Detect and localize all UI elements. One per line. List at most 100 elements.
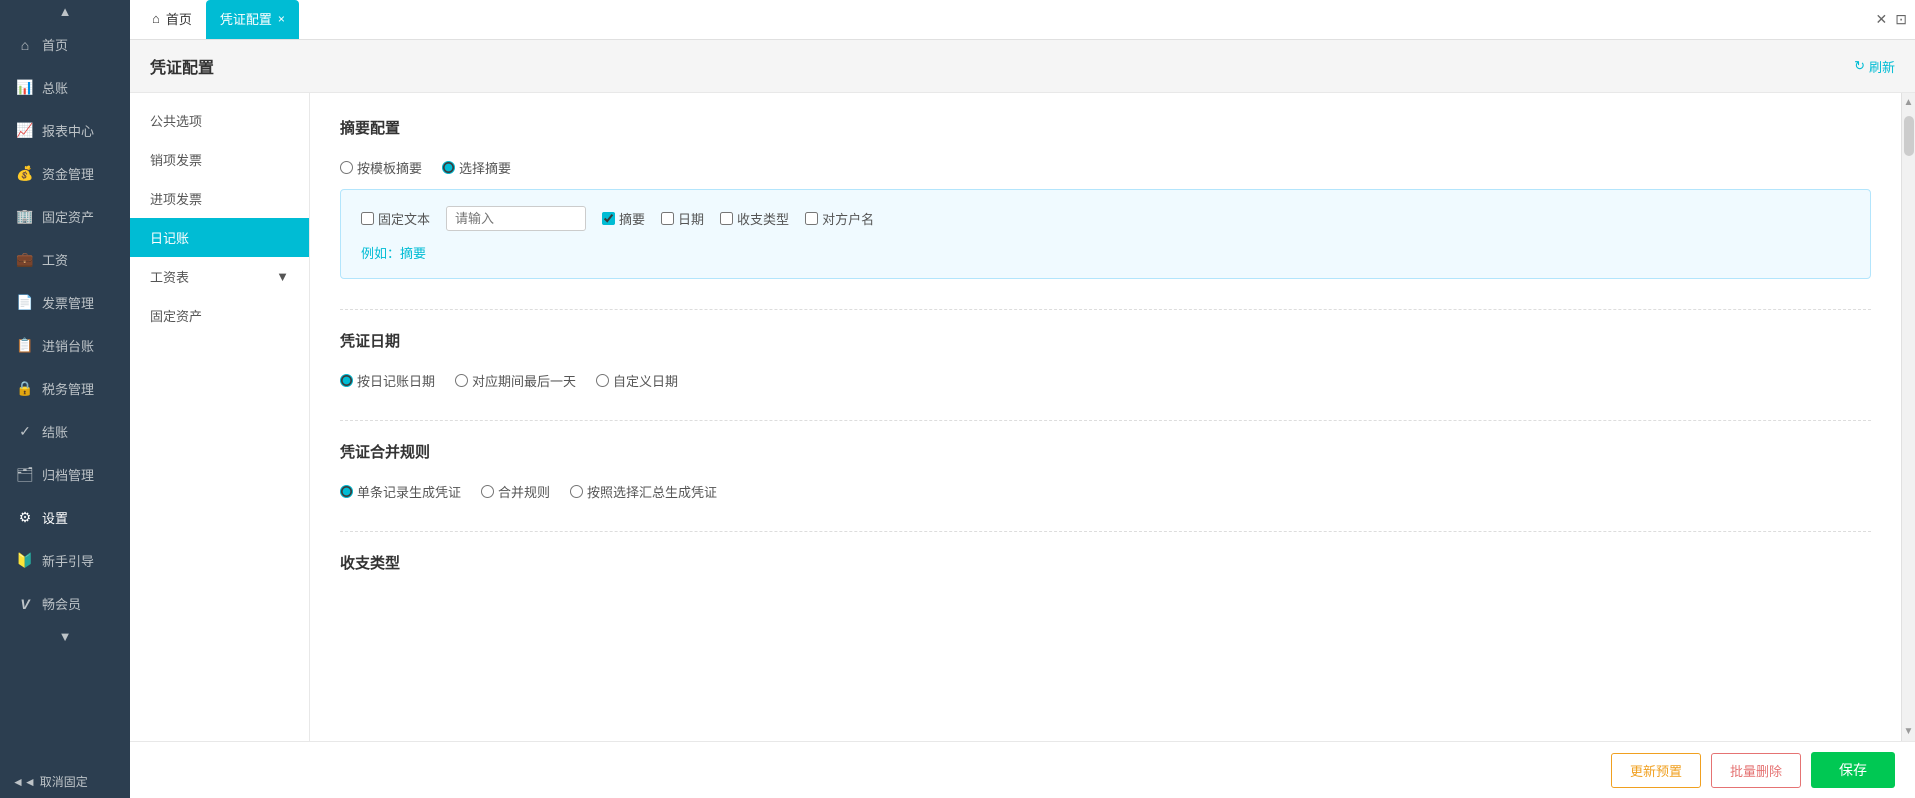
guide-icon: 🔰 [16,552,34,569]
settings-icon: ⚙ [16,509,34,526]
radio-journal-date[interactable]: 按日记账日期 [340,371,435,390]
sidebar-item-archive[interactable]: 🗂 归档管理 [0,453,130,496]
page-header: 凭证配置 ↻ 刷新 [130,40,1915,93]
save-button[interactable]: 保存 [1811,752,1895,788]
checkbox-date-input[interactable] [661,212,674,225]
body-area: 公共选项 销项发票 进项发票 日记账 工资表 ▼ 固定资产 [130,93,1915,741]
unpin-icon: ◄◄ [12,775,36,789]
tab-bar-controls: ✕ ⊡ [1876,11,1907,28]
radio-merge-rule[interactable]: 合并规则 [481,482,550,501]
bottom-action-bar: 更新预置 批量删除 保存 [130,741,1915,798]
sidebar-item-ledger[interactable]: 📊 总账 [0,66,130,109]
sidebar-item-funds[interactable]: 💰 资金管理 [0,152,130,195]
tab-close-button[interactable]: × [278,12,285,26]
radio-merge-rule-input[interactable] [481,485,494,498]
radio-period-last-day[interactable]: 对应期间最后一天 [455,371,576,390]
radio-template-summary-input[interactable] [340,161,353,174]
sidebar-item-payroll[interactable]: 💼 工资 [0,238,130,281]
merge-rules-section: 凭证合并规则 单条记录生成凭证 合并规则 按照选择汇总生成凭证 [340,441,1871,501]
vip-icon: V [16,596,34,612]
left-nav-sales-invoice[interactable]: 销项发票 [130,140,309,179]
sidebar-scroll-up[interactable]: ▲ [0,0,130,23]
tab-voucher-config[interactable]: 凭证配置 × [206,0,299,39]
sidebar-item-fixed-assets[interactable]: 🏢 固定资产 [0,195,130,238]
left-nav-journal[interactable]: 日记账 [130,218,309,257]
checkbox-income-type-input[interactable] [720,212,733,225]
abstract-checkbox-row: 固定文本 摘要 日期 [361,206,1850,231]
invoice-mgmt-icon: 📄 [16,294,34,311]
checkbox-fixed-text[interactable]: 固定文本 [361,209,430,228]
page-title: 凭证配置 [150,54,214,78]
ledger-icon: 📊 [16,79,34,96]
home-icon: ⌂ [16,37,34,53]
merge-rules-title: 凭证合并规则 [340,441,1871,466]
sidebar-item-invoice-mgmt[interactable]: 📄 发票管理 [0,281,130,324]
abstract-example: 例如：摘要 [361,243,1850,262]
scroll-up-arrow[interactable]: ▲ [1900,93,1915,112]
radio-summary-generate-input[interactable] [570,485,583,498]
summary-config-section: 摘要配置 按模板摘要 选择摘要 [340,117,1871,279]
checkout-icon: ✓ [16,423,34,440]
checkbox-summary-input[interactable] [602,212,615,225]
voucher-date-title: 凭证日期 [340,330,1871,355]
merge-rules-radio-group: 单条记录生成凭证 合并规则 按照选择汇总生成凭证 [340,482,1871,501]
divider-3 [340,531,1871,532]
home-tab-icon: ⌂ [152,11,160,26]
sidebar: ▲ ⌂ 首页 📊 总账 📈 报表中心 💰 资金管理 🏢 固定资产 💼 工资 📄 … [0,0,130,798]
radio-single-record[interactable]: 单条记录生成凭证 [340,482,461,501]
income-type-section: 收支类型 [340,552,1871,577]
radio-journal-date-input[interactable] [340,374,353,387]
sidebar-unpin-button[interactable]: ◄◄ 取消固定 [0,765,130,798]
checkbox-counterpart-input[interactable] [805,212,818,225]
sidebar-scroll-down[interactable]: ▼ [0,625,130,648]
checkbox-income-type[interactable]: 收支类型 [720,209,789,228]
radio-summary-generate[interactable]: 按照选择汇总生成凭证 [570,482,717,501]
checkbox-fixed-text-input[interactable] [361,212,374,225]
radio-period-last-day-input[interactable] [455,374,468,387]
fixed-assets-icon: 🏢 [16,208,34,225]
checkbox-date[interactable]: 日期 [661,209,704,228]
radio-custom-date[interactable]: 自定义日期 [596,371,678,390]
checkbox-summary[interactable]: 摘要 [602,209,645,228]
checkbox-counterpart[interactable]: 对方户名 [805,209,874,228]
fixed-text-input[interactable] [446,206,586,231]
left-nav: 公共选项 销项发票 进项发票 日记账 工资表 ▼ 固定资产 [130,93,310,741]
refresh-icon: ↻ [1854,58,1865,74]
voucher-date-radio-group: 按日记账日期 对应期间最后一天 自定义日期 [340,371,1871,390]
funds-icon: 💰 [16,165,34,182]
scroll-thumb[interactable] [1904,116,1914,156]
left-nav-payroll-table[interactable]: 工资表 ▼ [130,257,309,296]
divider-1 [340,309,1871,310]
voucher-date-section: 凭证日期 按日记账日期 对应期间最后一天 自定义日期 [340,330,1871,390]
radio-select-summary-input[interactable] [442,161,455,174]
update-preset-button[interactable]: 更新预置 [1611,753,1701,788]
content-area: 凭证配置 ↻ 刷新 公共选项 销项发票 进项发票 日记账 [130,40,1915,798]
abstract-config-box: 固定文本 摘要 日期 [340,189,1871,279]
tab-home[interactable]: ⌂ 首页 [138,0,206,39]
radio-select-summary[interactable]: 选择摘要 [442,158,511,177]
left-nav-public[interactable]: 公共选项 [130,101,309,140]
left-nav-fixed-assets[interactable]: 固定资产 [130,296,309,335]
main-area: ⌂ 首页 凭证配置 × ✕ ⊡ 凭证配置 ↻ 刷新 公共选项 [130,0,1915,798]
window-maximize-button[interactable]: ⊡ [1895,11,1907,28]
sidebar-item-home[interactable]: ⌂ 首页 [0,23,130,66]
radio-template-summary[interactable]: 按模板摘要 [340,158,422,177]
summary-config-title: 摘要配置 [340,117,1871,142]
radio-single-record-input[interactable] [340,485,353,498]
scroll-down-arrow[interactable]: ▼ [1900,722,1915,741]
sidebar-item-checkout[interactable]: ✓ 结账 [0,410,130,453]
arrow-icon: ▼ [276,269,289,284]
sidebar-item-settings[interactable]: ⚙ 设置 [0,496,130,539]
sidebar-item-vip[interactable]: V 畅会员 [0,582,130,625]
sidebar-item-reports[interactable]: 📈 报表中心 [0,109,130,152]
radio-custom-date-input[interactable] [596,374,609,387]
archive-icon: 🗂 [16,466,34,483]
left-nav-purchase-invoice[interactable]: 进项发票 [130,179,309,218]
sidebar-item-guide[interactable]: 🔰 新手引导 [0,539,130,582]
reports-icon: 📈 [16,122,34,139]
batch-delete-button[interactable]: 批量删除 [1711,753,1801,788]
window-close-button[interactable]: ✕ [1876,11,1888,28]
refresh-button[interactable]: ↻ 刷新 [1854,57,1895,76]
sidebar-item-tax[interactable]: 🔒 税务管理 [0,367,130,410]
sidebar-item-sales-ledger[interactable]: 📋 进销台账 [0,324,130,367]
